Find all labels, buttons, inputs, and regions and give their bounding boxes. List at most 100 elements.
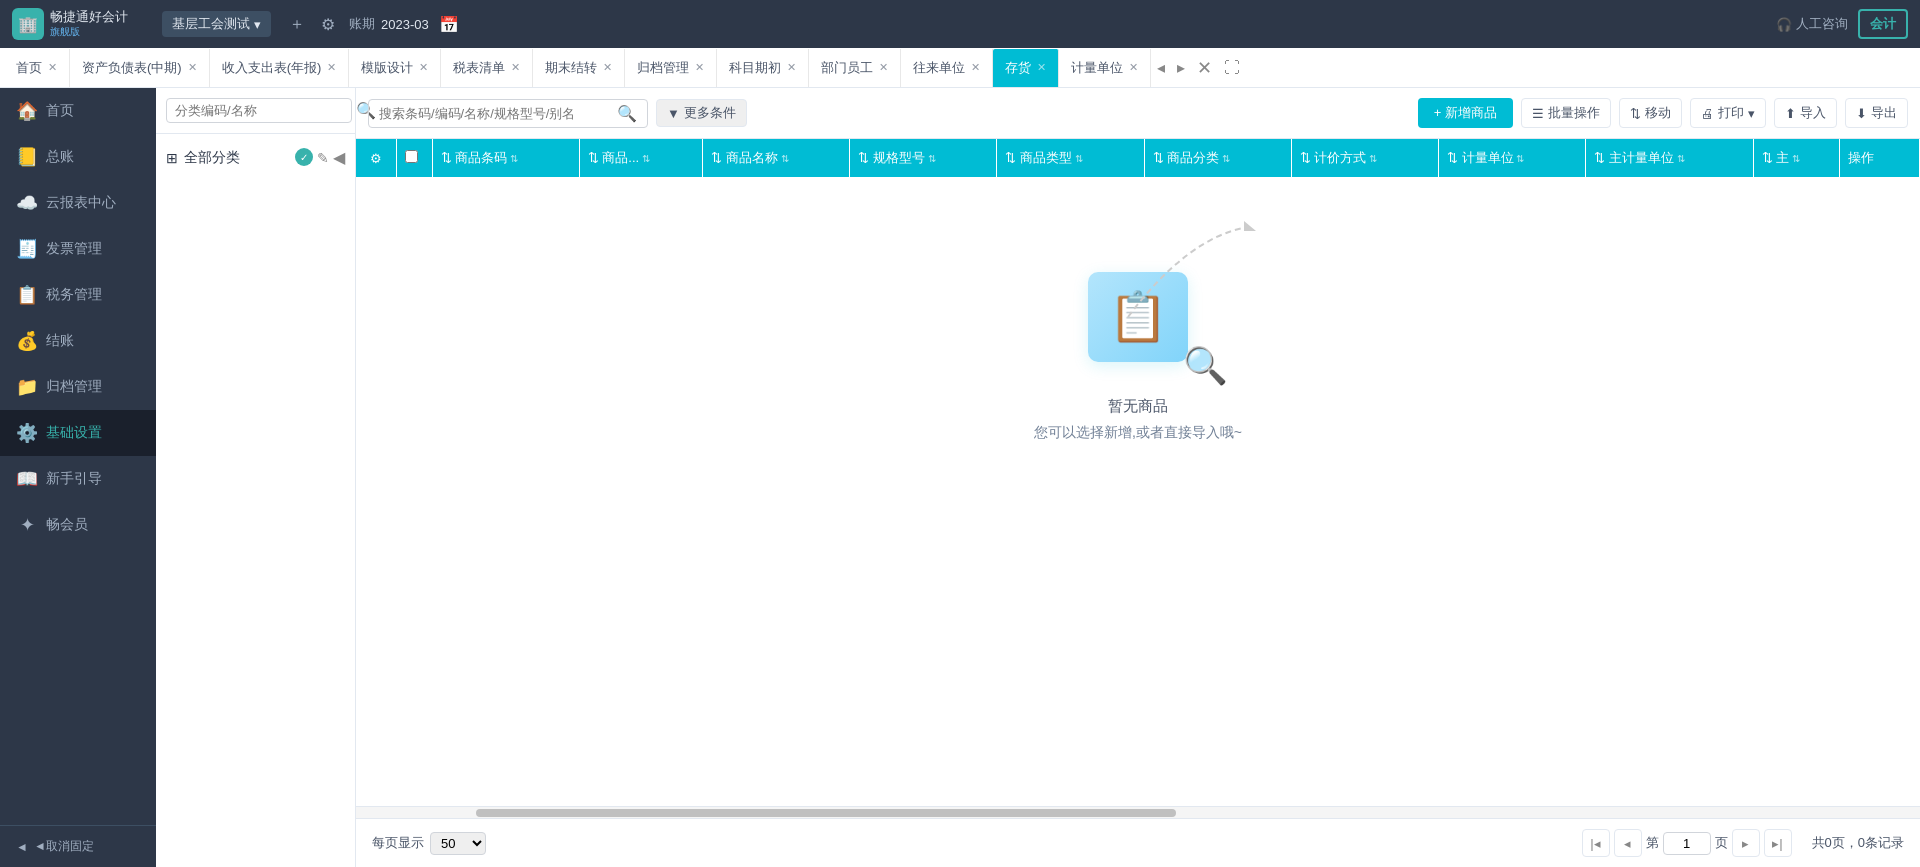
close-icon[interactable]: ✕ [1037,61,1046,74]
close-icon[interactable]: ✕ [787,61,796,74]
filter-icon: ▼ [667,106,680,121]
batch-btn[interactable]: ☰ 批量操作 [1521,98,1611,128]
sidebar-item-ledger[interactable]: 📒 总账 [0,134,156,180]
th-barcode[interactable]: ⇅ 商品条码 [432,139,579,177]
close-icon[interactable]: ✕ [48,61,57,74]
th-price-method[interactable]: ⇅ 计价方式 [1291,139,1438,177]
th-main-unit[interactable]: ⇅ 主计量单位 [1586,139,1753,177]
last-page-btn[interactable]: ▸| [1764,829,1792,857]
app-name: 畅捷通好会计 [50,9,128,25]
close-icon[interactable]: ✕ [603,61,612,74]
tab-inventory[interactable]: 存货 ✕ [993,49,1059,87]
search-input[interactable] [379,106,613,121]
tab-next-btn[interactable]: ▸ [1171,58,1191,77]
more-filter-btn[interactable]: ▼ 更多条件 [656,99,747,127]
th-extra[interactable]: ⇅ 主 [1753,139,1839,177]
th-type[interactable]: ⇅ 商品类型 [997,139,1144,177]
page-nav: |◂ ◂ 第 页 ▸ ▸| 共0页，0条记录 [1582,829,1904,857]
tab-prev-btn[interactable]: ◂ [1151,58,1171,77]
close-icon[interactable]: ✕ [188,61,197,74]
next-page-btn[interactable]: ▸ [1732,829,1760,857]
tab-template[interactable]: 模版设计 ✕ [349,49,441,87]
company-selector[interactable]: 基层工会测试 ▾ [162,11,271,37]
tab-home[interactable]: 首页 ✕ [4,49,70,87]
close-icon[interactable]: ✕ [971,61,980,74]
th-code[interactable]: ⇅ 商品... [579,139,703,177]
th-category[interactable]: ⇅ 商品分类 [1144,139,1291,177]
logo-icon: 🏢 [12,8,44,40]
ledger-icon: 📒 [16,146,38,168]
move-btn[interactable]: ⇅ 移动 [1619,98,1682,128]
scrollbar-thumb[interactable] [476,809,1176,817]
sidebar-item-archive[interactable]: 📁 归档管理 [0,364,156,410]
close-icon[interactable]: ✕ [327,61,336,74]
panel-wrapper: 🔍 ⊞ 全部分类 ✓ ✎ ◀ [156,88,1920,867]
th-spec[interactable]: ⇅ 规格型号 [850,139,997,177]
sidebar-nav: 🏠 首页 📒 总账 ☁️ 云报表中心 🧾 发票管理 📋 税务管理 💰 结账 [0,88,156,825]
move-icon: ⇅ [1630,106,1641,121]
tab-unit[interactable]: 计量单位 ✕ [1059,49,1151,87]
close-icon[interactable]: ✕ [879,61,888,74]
search-icon[interactable]: 🔍 [617,104,637,123]
kuaiji-button[interactable]: 会计 [1858,9,1908,39]
toolbar: 🔍 ▼ 更多条件 + 新增商品 ☰ 批量操作 ⇅ 移动 [356,88,1920,139]
th-name[interactable]: ⇅ 商品名称 [703,139,850,177]
sidebar-item-settle[interactable]: 💰 结账 [0,318,156,364]
tab-dept[interactable]: 部门员工 ✕ [809,49,901,87]
tab-period[interactable]: 期末结转 ✕ [533,49,625,87]
category-all-item[interactable]: ⊞ 全部分类 ✓ ✎ ◀ [166,144,345,171]
tab-expand-btn[interactable]: ⛶ [1218,59,1246,77]
tab-assets[interactable]: 资产负债表(中期) ✕ [70,49,210,87]
human-service-btn[interactable]: 🎧 人工咨询 [1776,15,1848,33]
th-gear[interactable]: ⚙ [356,139,396,177]
tab-tax[interactable]: 税表清单 ✕ [441,49,533,87]
content-area: 🔍 ⊞ 全部分类 ✓ ✎ ◀ [156,88,1920,867]
settle-icon: 💰 [16,330,38,352]
print-chevron-icon: ▾ [1748,106,1755,121]
total-label: 共0页，0条记录 [1812,834,1904,852]
per-page-select[interactable]: 50 10 20 100 [430,832,486,855]
top-right: 🎧 人工咨询 会计 [1776,9,1908,39]
import-btn[interactable]: ⬆ 导入 [1774,98,1837,128]
category-search-input[interactable] [166,98,352,123]
th-checkbox[interactable] [396,139,432,177]
category-tree: ⊞ 全部分类 ✓ ✎ ◀ [156,134,355,181]
edit-category-btn[interactable]: ✎ [317,148,329,167]
export-btn[interactable]: ⬇ 导出 [1845,98,1908,128]
calendar-icon[interactable]: 📅 [435,11,463,38]
sidebar-item-tax[interactable]: 📋 税务管理 [0,272,156,318]
sidebar-item-invoice[interactable]: 🧾 发票管理 [0,226,156,272]
close-icon[interactable]: ✕ [419,61,428,74]
collapse-panel-btn[interactable]: ◀ [333,148,345,167]
tab-income[interactable]: 收入支出表(年报) ✕ [210,49,350,87]
home-icon: 🏠 [16,100,38,122]
first-page-btn[interactable]: |◂ [1582,829,1610,857]
add-tab-btn[interactable]: ＋ [285,10,309,39]
member-icon: ✦ [16,514,38,536]
sidebar-item-home[interactable]: 🏠 首页 [0,88,156,134]
sidebar-item-cloud[interactable]: ☁️ 云报表中心 [0,180,156,226]
select-all-checkbox[interactable] [405,150,418,163]
page-number-input[interactable] [1663,832,1711,855]
close-icon[interactable]: ✕ [511,61,520,74]
tab-contacts[interactable]: 往来单位 ✕ [901,49,993,87]
sidebar-item-member[interactable]: ✦ 畅会员 [0,502,156,548]
tab-subject[interactable]: 科目期初 ✕ [717,49,809,87]
empty-illustration: 📋 🔍 [1018,237,1258,397]
sidebar-footer[interactable]: ◄ ◄取消固定 [0,825,156,867]
sidebar-item-settings[interactable]: ⚙️ 基础设置 [0,410,156,456]
close-icon[interactable]: ✕ [1129,61,1138,74]
scrollbar-area[interactable] [356,806,1920,818]
th-unit[interactable]: ⇅ 计量单位 [1438,139,1585,177]
new-product-btn[interactable]: + 新增商品 [1418,98,1513,128]
tab-close-all-btn[interactable]: ✕ [1191,57,1218,79]
main-layout: 🏠 首页 📒 总账 ☁️ 云报表中心 🧾 发票管理 📋 税务管理 💰 结账 [0,88,1920,867]
tab-archive[interactable]: 归档管理 ✕ [625,49,717,87]
sidebar-item-guide[interactable]: 📖 新手引导 [0,456,156,502]
empty-desc: 您可以选择新增,或者直接导入哦~ [1034,420,1242,445]
settings-icon[interactable]: ⚙ [317,11,339,38]
prev-page-btn[interactable]: ◂ [1614,829,1642,857]
print-btn[interactable]: 🖨 打印 ▾ [1690,98,1766,128]
close-icon[interactable]: ✕ [695,61,704,74]
app-version: 旗舰版 [50,25,128,39]
